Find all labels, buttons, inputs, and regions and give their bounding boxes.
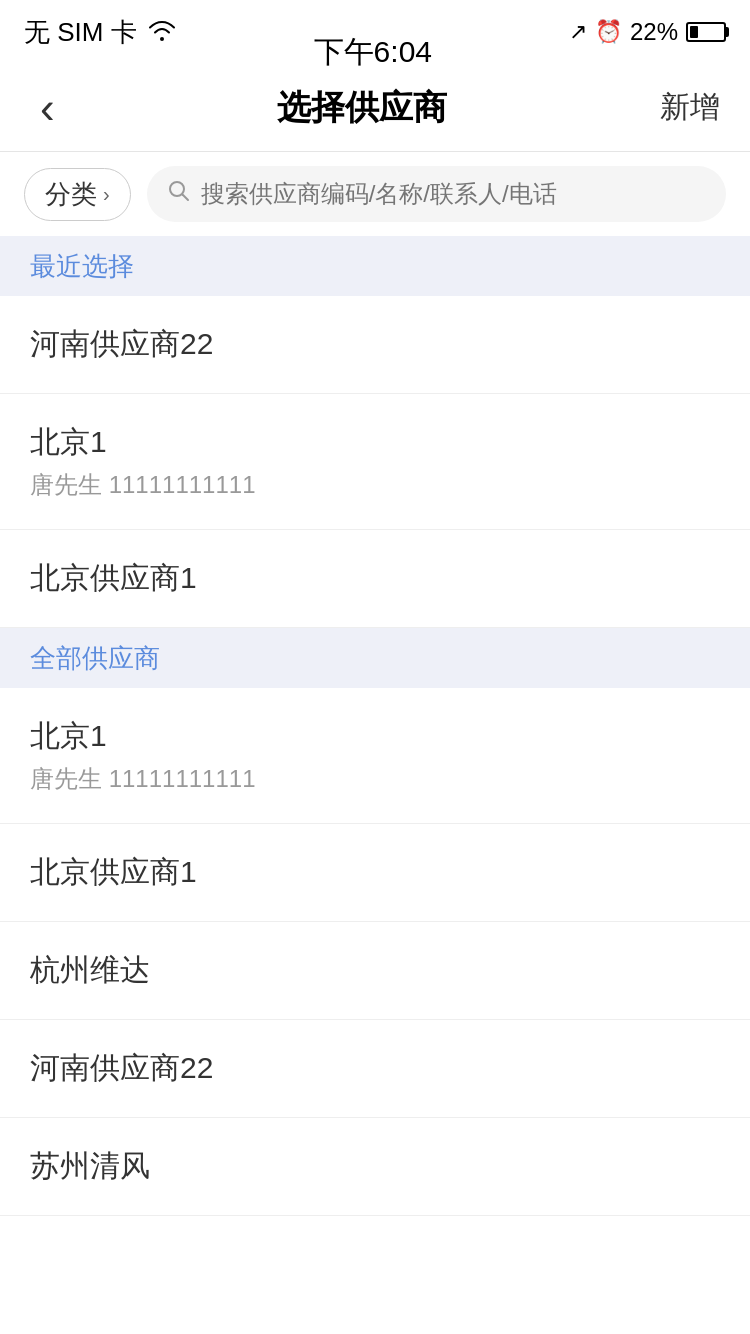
list-item[interactable]: 河南供应商22 (0, 1020, 750, 1118)
search-box (147, 166, 726, 222)
recent-section-label: 最近选择 (30, 249, 134, 284)
wifi-icon (147, 17, 177, 48)
list-item[interactable]: 北京供应商1 (0, 824, 750, 922)
add-button[interactable]: 新增 (660, 87, 720, 128)
category-button[interactable]: 分类 › (24, 168, 131, 221)
all-list: 北京1 唐先生 11111111111 北京供应商1 杭州维达河南供应商22 苏州清风 (0, 688, 750, 1216)
list-item-name: 河南供应商22 (30, 324, 720, 365)
nav-bar: ‹ 选择供应商 新增 (0, 64, 750, 152)
battery-icon (686, 22, 726, 42)
list-item[interactable]: 北京供应商1 (0, 530, 750, 628)
list-item[interactable]: 河南供应商22 (0, 296, 750, 394)
status-right: ↗ ⏰ 22% (569, 18, 726, 46)
list-item-name: 苏州清风 (30, 1146, 720, 1187)
list-item[interactable]: 北京1 唐先生 11111111111 (0, 394, 750, 530)
back-button[interactable]: ‹ (30, 73, 65, 143)
all-section-header: 全部供应商 (0, 628, 750, 688)
status-bar: 无 SIM 卡 下午6:04 ↗ ⏰ 22% (0, 0, 750, 64)
alarm-icon: ⏰ (595, 19, 622, 45)
search-icon (167, 179, 191, 210)
list-item-name: 北京供应商1 (30, 852, 720, 893)
recent-section-header: 最近选择 (0, 236, 750, 296)
list-item-name: 北京供应商1 (30, 558, 720, 599)
chevron-right-icon: › (103, 183, 110, 206)
recent-list: 河南供应商22 北京1 唐先生 11111111111 北京供应商1 (0, 296, 750, 628)
list-item-name: 河南供应商22 (30, 1048, 720, 1089)
list-item[interactable]: 杭州维达 (0, 922, 750, 1020)
svg-line-1 (182, 194, 188, 200)
list-item-sub: 唐先生 11111111111 (30, 763, 720, 795)
status-time: 下午6:04 (314, 32, 432, 73)
list-item[interactable]: 北京1 唐先生 11111111111 (0, 688, 750, 824)
all-section-label: 全部供应商 (30, 641, 160, 676)
status-left: 无 SIM 卡 (24, 15, 177, 50)
list-item[interactable]: 苏州清风 (0, 1118, 750, 1216)
category-label: 分类 (45, 177, 97, 212)
list-item-sub: 唐先生 11111111111 (30, 469, 720, 501)
filter-bar: 分类 › (0, 152, 750, 236)
carrier-text: 无 SIM 卡 (24, 15, 137, 50)
list-item-name: 杭州维达 (30, 950, 720, 991)
list-item-name: 北京1 (30, 422, 720, 463)
page-title: 选择供应商 (277, 85, 447, 131)
battery-text: 22% (630, 18, 678, 46)
list-item-name: 北京1 (30, 716, 720, 757)
search-input[interactable] (201, 180, 706, 208)
location-icon: ↗ (569, 19, 587, 45)
